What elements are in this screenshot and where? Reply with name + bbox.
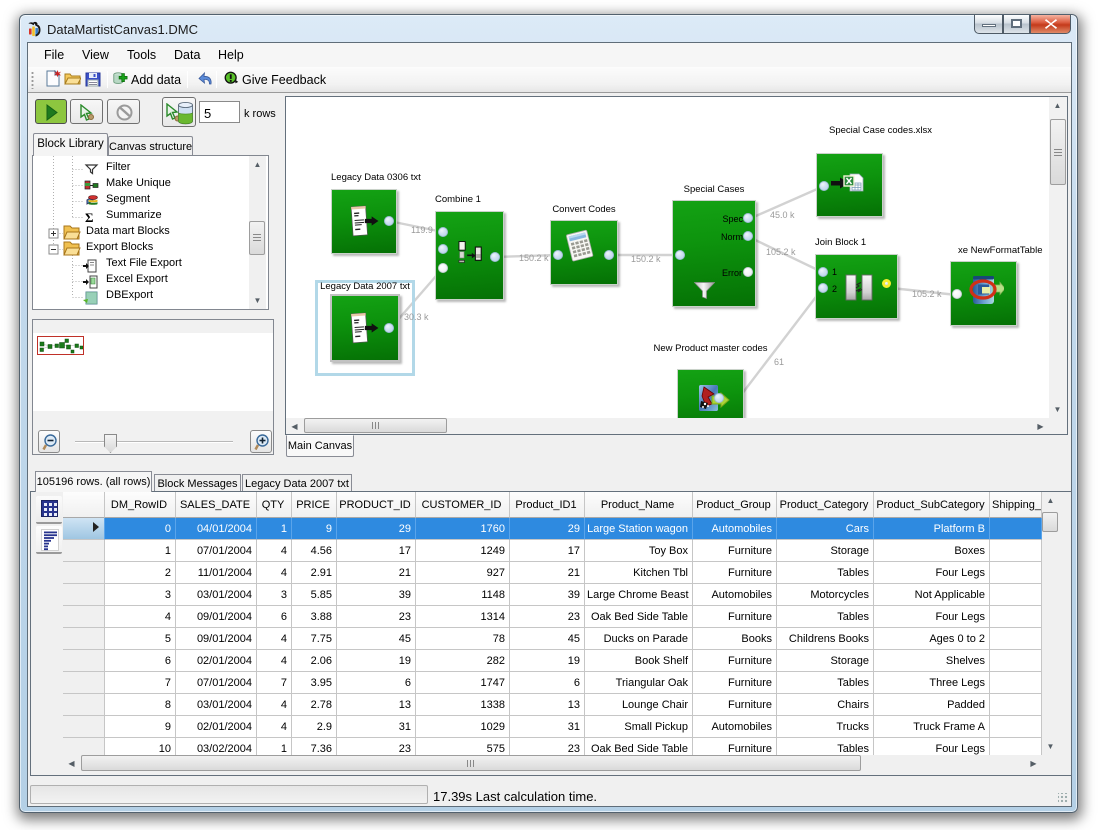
svg-text:Σ: Σ xyxy=(85,210,94,225)
